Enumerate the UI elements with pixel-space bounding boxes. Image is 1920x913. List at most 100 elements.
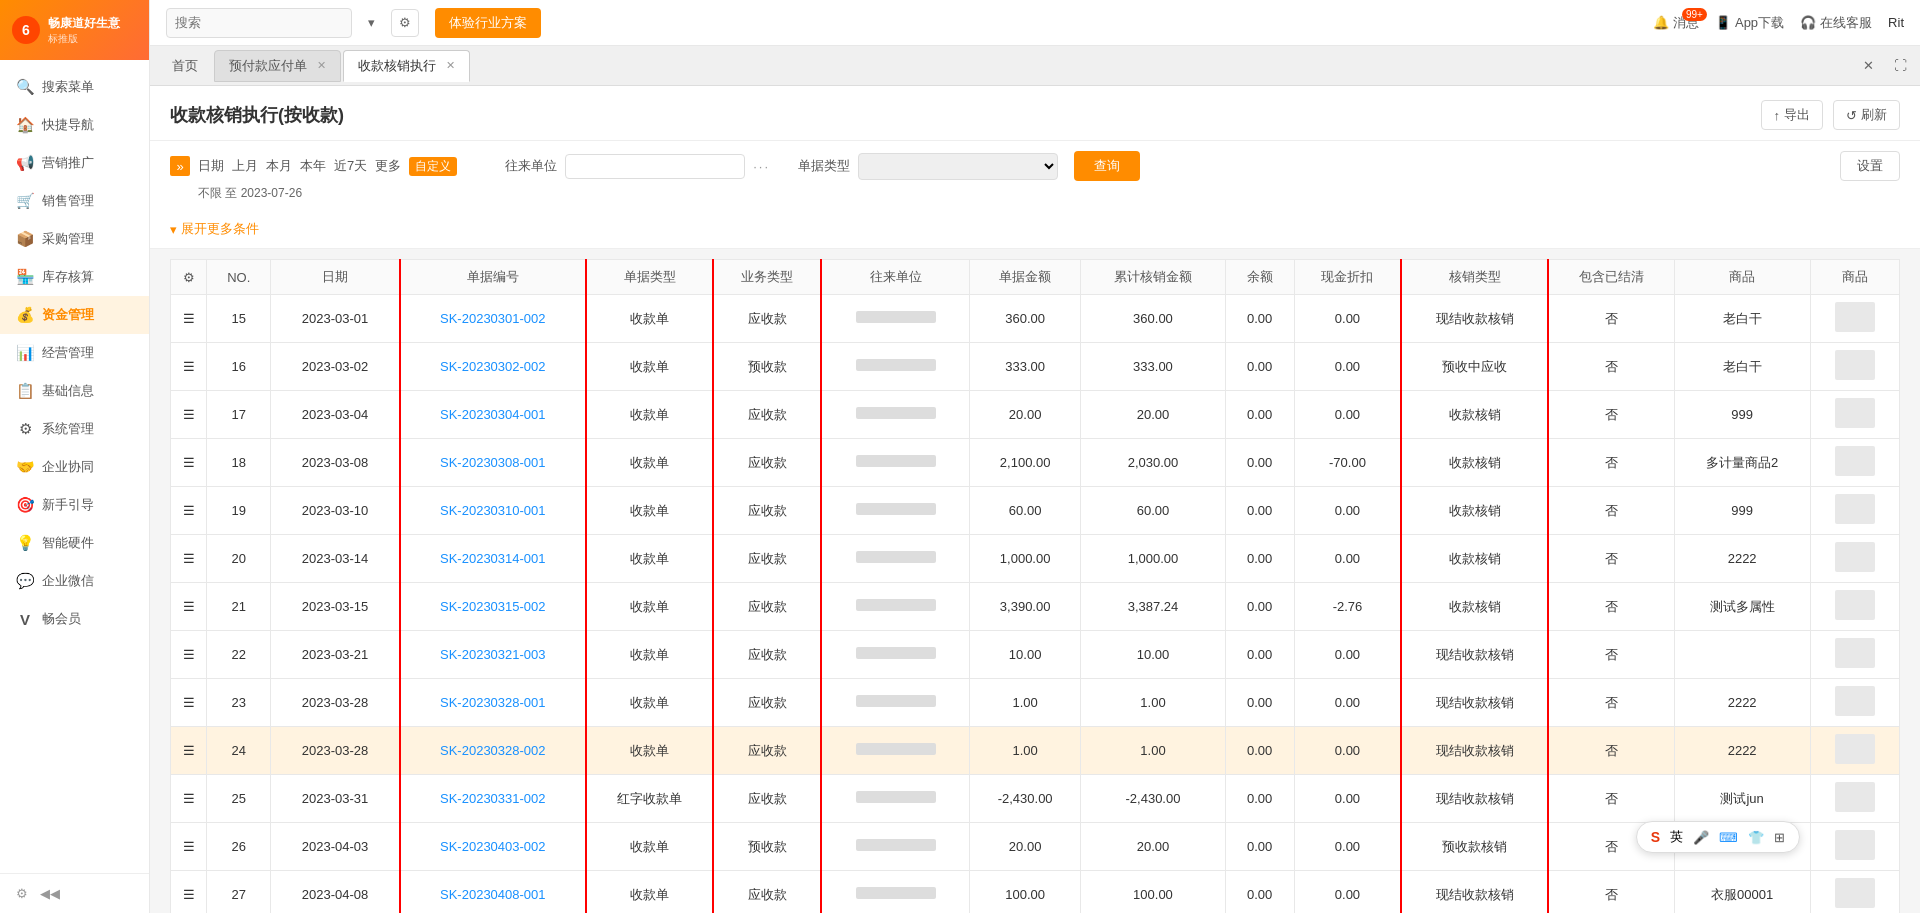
cell-settings[interactable]: ☰: [171, 871, 207, 914]
cell-product: 多计量商品2: [1674, 439, 1810, 487]
sidebar-item-shortcut[interactable]: 🏠快捷导航: [0, 106, 149, 144]
voucher-no-link[interactable]: SK-20230304-001: [440, 407, 546, 422]
sidebar-item-search[interactable]: 🔍搜索菜单: [0, 68, 149, 106]
th-voucher-no: 单据编号: [400, 260, 586, 295]
cell-product: 老白干: [1674, 295, 1810, 343]
sidebar-item-guide[interactable]: 🎯新手引导: [0, 486, 149, 524]
tab-receipt-exec-close[interactable]: ✕: [446, 59, 455, 72]
cell-settings[interactable]: ☰: [171, 823, 207, 871]
cell-settings[interactable]: ☰: [171, 295, 207, 343]
user-name[interactable]: Rit: [1888, 15, 1904, 30]
sidebar-item-member[interactable]: V畅会员: [0, 600, 149, 638]
date-this-month[interactable]: 本月: [266, 157, 292, 175]
keyboard-button[interactable]: ⌨: [1719, 830, 1738, 845]
topbar-gear-button[interactable]: ⚙: [391, 9, 419, 37]
wechat-icon: 💬: [16, 572, 34, 590]
voucher-no-link[interactable]: SK-20230315-002: [440, 599, 546, 614]
cell-date: 2023-03-28: [271, 679, 400, 727]
cell-voucher-type: 收款单: [586, 727, 713, 775]
cell-settings[interactable]: ☰: [171, 439, 207, 487]
industry-solution-button[interactable]: 体验行业方案: [435, 8, 541, 38]
cell-voucher-type: 收款单: [586, 679, 713, 727]
date-7days[interactable]: 近7天: [334, 157, 367, 175]
cell-settings[interactable]: ☰: [171, 631, 207, 679]
cell-settings[interactable]: ☰: [171, 535, 207, 583]
voucher-no-link[interactable]: SK-20230328-002: [440, 743, 546, 758]
collapse-icon[interactable]: ◀◀: [40, 886, 60, 901]
sidebar-item-system[interactable]: ⚙系统管理: [0, 410, 149, 448]
cell-balance: 0.00: [1225, 583, 1294, 631]
cell-voucher-type: 收款单: [586, 391, 713, 439]
maximize-button[interactable]: ⛶: [1888, 54, 1912, 78]
cell-cancel-type: 预收款核销: [1401, 823, 1547, 871]
grid-icon[interactable]: ⊞: [1774, 830, 1785, 845]
voucher-no-link[interactable]: SK-20230301-002: [440, 311, 546, 326]
cell-settings[interactable]: ☰: [171, 343, 207, 391]
sidebar-item-inventory[interactable]: 🏪库存核算: [0, 258, 149, 296]
voucher-no-link[interactable]: SK-20230328-001: [440, 695, 546, 710]
voucher-no-link[interactable]: SK-20230302-002: [440, 359, 546, 374]
voucher-no-link[interactable]: SK-20230403-002: [440, 839, 546, 854]
online-service[interactable]: 🎧 在线客服: [1800, 14, 1872, 32]
date-custom[interactable]: 自定义: [409, 157, 457, 176]
tab-prepay[interactable]: 预付款应付单 ✕: [214, 50, 341, 82]
sidebar-item-device[interactable]: 💡智能硬件: [0, 524, 149, 562]
sidebar-item-wechat[interactable]: 💬企业微信: [0, 562, 149, 600]
sidebar-item-business[interactable]: 📊经营管理: [0, 334, 149, 372]
tab-prepay-close[interactable]: ✕: [317, 59, 326, 72]
sidebar-item-sales[interactable]: 🛒销售管理: [0, 182, 149, 220]
date-more[interactable]: 更多: [375, 157, 401, 175]
table-header: ⚙ NO. 日期 单据编号 单据类型 业务类型 往来单位 单据金额 累计核销金额…: [171, 260, 1900, 295]
counterparty-input[interactable]: [565, 154, 745, 179]
settings-footer-icon[interactable]: ⚙: [16, 886, 28, 901]
cell-settings[interactable]: ☰: [171, 679, 207, 727]
sidebar-item-purchase[interactable]: 📦采购管理: [0, 220, 149, 258]
voucher-no-link[interactable]: SK-20230321-003: [440, 647, 546, 662]
cell-settings[interactable]: ☰: [171, 727, 207, 775]
voucher-no-link[interactable]: SK-20230331-002: [440, 791, 546, 806]
cell-date: 2023-03-21: [271, 631, 400, 679]
voucher-no-link[interactable]: SK-20230408-001: [440, 887, 546, 902]
voucher-no-link[interactable]: SK-20230308-001: [440, 455, 546, 470]
mic-button[interactable]: 🎤: [1693, 830, 1709, 845]
sidebar-item-marketing[interactable]: 📢营销推广: [0, 144, 149, 182]
th-balance: 余额: [1225, 260, 1294, 295]
th-settings[interactable]: ⚙: [171, 260, 207, 295]
query-button[interactable]: 查询: [1074, 151, 1140, 181]
expand-conditions-btn[interactable]: ▾ 展开更多条件: [170, 220, 1900, 238]
settings-button[interactable]: 设置: [1840, 151, 1900, 181]
tab-home[interactable]: 首页: [158, 50, 212, 82]
sidebar-footer: ⚙ ◀◀: [0, 873, 149, 913]
cell-settings[interactable]: ☰: [171, 775, 207, 823]
sidebar-item-finance[interactable]: 💰资金管理: [0, 296, 149, 334]
message-icon: 🔔: [1653, 15, 1669, 30]
cell-balance: 0.00: [1225, 727, 1294, 775]
cell-settings[interactable]: ☰: [171, 583, 207, 631]
refresh-button[interactable]: ↺ 刷新: [1833, 100, 1900, 130]
date-last-month[interactable]: 上月: [232, 157, 258, 175]
th-product: 商品: [1674, 260, 1810, 295]
cell-settings[interactable]: ☰: [171, 487, 207, 535]
cell-settings[interactable]: ☰: [171, 391, 207, 439]
voucher-no-link[interactable]: SK-20230314-001: [440, 551, 546, 566]
cell-product: 测试jun: [1674, 775, 1810, 823]
voucher-no-link[interactable]: SK-20230310-001: [440, 503, 546, 518]
close-window-button[interactable]: ✕: [1856, 54, 1880, 78]
date-this-year[interactable]: 本年: [300, 157, 326, 175]
cell-biz-type: 应收款: [713, 535, 821, 583]
tab-receipt-exec[interactable]: 收款核销执行 ✕: [343, 50, 470, 82]
voucher-type-select[interactable]: [858, 153, 1058, 180]
export-button[interactable]: ↑ 导出: [1761, 100, 1824, 130]
sidebar-item-base[interactable]: 📋基础信息: [0, 372, 149, 410]
search-input[interactable]: [166, 8, 352, 38]
app-download[interactable]: 📱 App下载: [1715, 14, 1784, 32]
message-badge[interactable]: 🔔 消息 99+: [1653, 14, 1699, 32]
cell-biz-type: 应收款: [713, 487, 821, 535]
table-area[interactable]: ⚙ NO. 日期 单据编号 单据类型 业务类型 往来单位 单据金额 累计核销金额…: [150, 249, 1920, 913]
topbar-dropdown[interactable]: ▾: [368, 15, 375, 30]
cell-voucher-type: 收款单: [586, 823, 713, 871]
filter-collapse-btn[interactable]: »: [170, 156, 190, 176]
sidebar-item-corp[interactable]: 🤝企业协同: [0, 448, 149, 486]
cell-total-amount: 20.00: [1081, 823, 1226, 871]
sidebar-logo: 6 畅康道好生意 标推版: [0, 0, 149, 60]
